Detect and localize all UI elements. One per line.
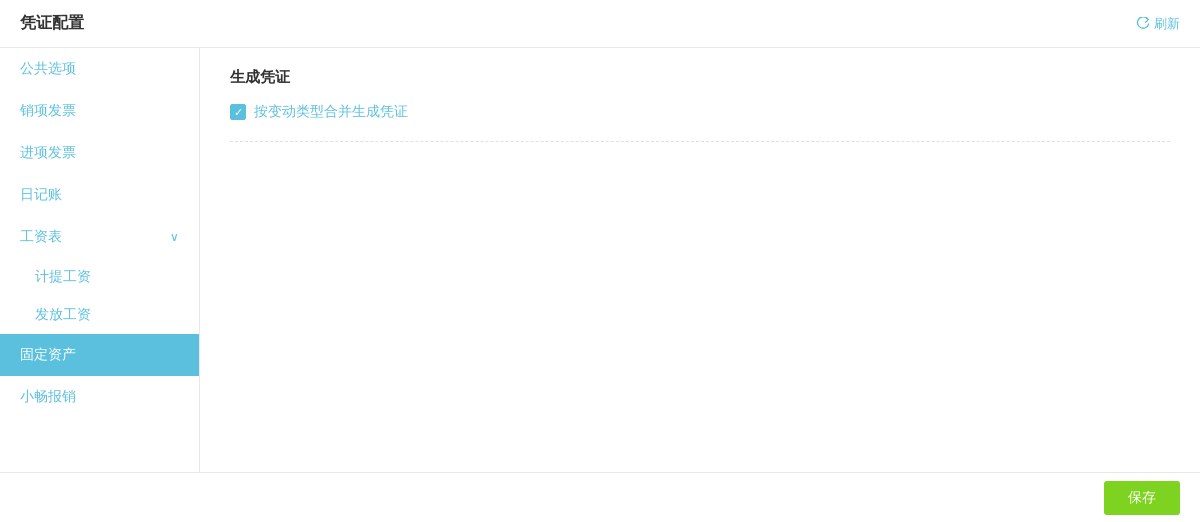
sidebar-item-payroll-label: 工资表 [20, 228, 62, 246]
sidebar-item-calc-payroll[interactable]: 计提工资 [0, 258, 199, 296]
page-title: 凭证配置 [20, 13, 84, 34]
page-footer: 保存 [0, 472, 1200, 522]
refresh-button[interactable]: 刷新 [1136, 15, 1180, 33]
sidebar-item-journal[interactable]: 日记账 [0, 174, 199, 216]
checkmark-icon: ✓ [234, 107, 243, 118]
section-title: 生成凭证 [230, 68, 1170, 87]
merge-checkbox[interactable]: ✓ [230, 104, 246, 120]
main-content: 生成凭证 ✓ 按变动类型合并生成凭证 [200, 48, 1200, 472]
sidebar-item-public-label: 公共选项 [20, 60, 76, 78]
sidebar-item-purchase-invoice[interactable]: 进项发票 [0, 132, 199, 174]
refresh-icon [1136, 17, 1150, 31]
sidebar-item-expense-label: 小畅报销 [20, 388, 76, 406]
divider [230, 141, 1170, 142]
page-header: 凭证配置 刷新 [0, 0, 1200, 48]
content-wrapper: 公共选项 销项发票 进项发票 日记账 工资表 ∨ 计提工资 发放工资 固定资产 … [0, 48, 1200, 472]
refresh-label: 刷新 [1154, 15, 1180, 33]
sidebar-item-fixed-assets[interactable]: 固定资产 [0, 334, 199, 376]
chevron-down-icon: ∨ [170, 230, 179, 244]
sidebar-item-sales-invoice[interactable]: 销项发票 [0, 90, 199, 132]
sidebar-item-public[interactable]: 公共选项 [0, 48, 199, 90]
sidebar-item-purchase-invoice-label: 进项发票 [20, 144, 76, 162]
sidebar-item-payroll[interactable]: 工资表 ∨ [0, 216, 199, 258]
sidebar-item-calc-payroll-label: 计提工资 [35, 268, 91, 284]
merge-checkbox-label[interactable]: 按变动类型合并生成凭证 [254, 103, 408, 121]
save-button[interactable]: 保存 [1104, 481, 1180, 515]
sidebar: 公共选项 销项发票 进项发票 日记账 工资表 ∨ 计提工资 发放工资 固定资产 … [0, 48, 200, 472]
sidebar-item-issue-payroll-label: 发放工资 [35, 306, 91, 322]
sidebar-item-expense[interactable]: 小畅报销 [0, 376, 199, 418]
sidebar-item-fixed-assets-label: 固定资产 [20, 346, 76, 364]
sidebar-item-journal-label: 日记账 [20, 186, 62, 204]
sidebar-item-issue-payroll[interactable]: 发放工资 [0, 296, 199, 334]
sidebar-item-sales-invoice-label: 销项发票 [20, 102, 76, 120]
generate-voucher-row: ✓ 按变动类型合并生成凭证 [230, 103, 1170, 121]
